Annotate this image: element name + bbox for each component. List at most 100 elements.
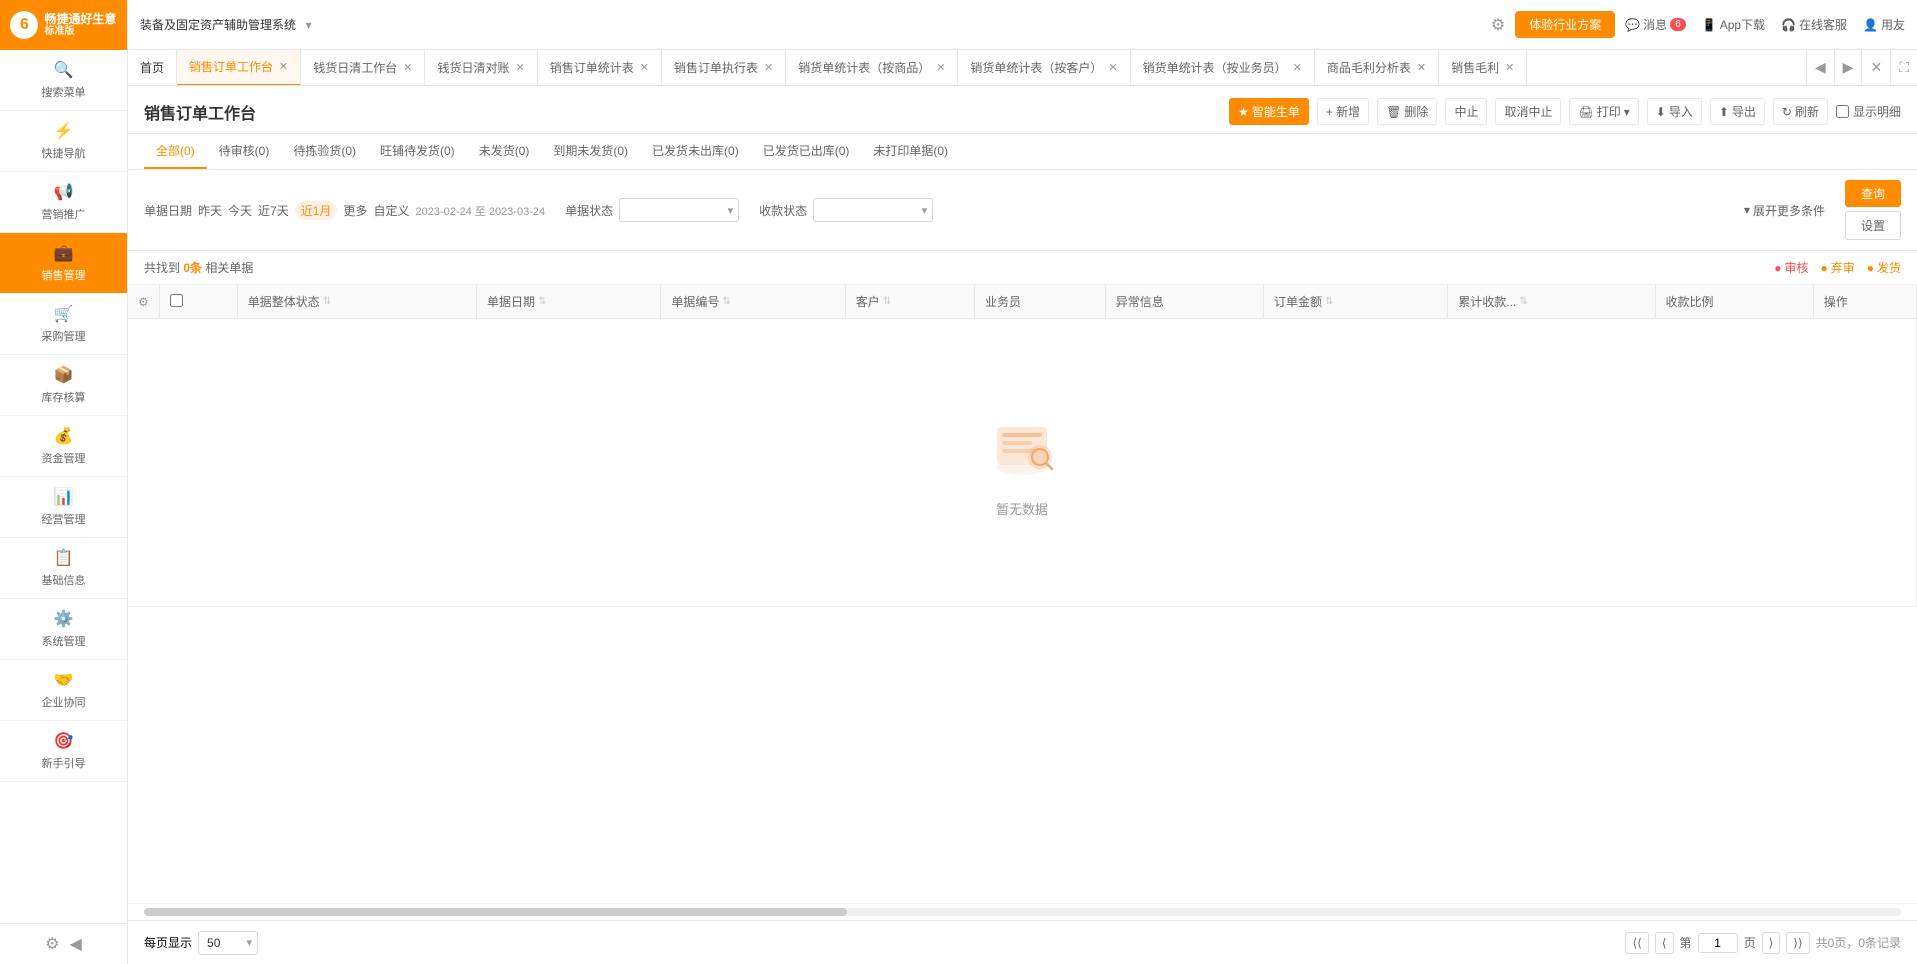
date-shortcut-today[interactable]: 今天 <box>228 202 252 219</box>
filter-tab-4[interactable]: 未发货(0) <box>467 134 542 169</box>
tab-nav-prev[interactable]: ◀ <box>1806 50 1834 86</box>
cancel-audit-button[interactable]: ● 弃审 <box>1820 259 1854 276</box>
app-download-button[interactable]: 📱 App下载 <box>1702 16 1765 33</box>
date-shortcut-custom[interactable]: 自定义 <box>373 202 409 219</box>
import-button[interactable]: ⬇ 导入 <box>1647 98 1702 125</box>
sidebar-item-manage[interactable]: 📊经营管理 <box>0 477 127 538</box>
payment-select[interactable] <box>813 198 933 222</box>
add-button[interactable]: + 新增 <box>1317 98 1369 125</box>
per-page-select[interactable]: 50 100 <box>198 931 258 955</box>
tab-close-3[interactable]: ✕ <box>516 61 525 74</box>
date-shortcut-yesterday[interactable]: 昨天 <box>198 202 222 219</box>
cancel-suspend-button[interactable]: 取消中止 <box>1495 98 1561 125</box>
show-detail-checkbox[interactable]: 显示明细 <box>1836 103 1901 120</box>
col-collected-header: 累计收款... ⇅ <box>1448 285 1655 319</box>
date-shortcut-more[interactable]: 更多 <box>343 202 367 219</box>
date-shortcut-7days[interactable]: 近7天 <box>258 202 289 219</box>
tab-close-6[interactable]: ✕ <box>936 61 945 74</box>
collapse-icon[interactable]: ◀ <box>70 934 82 954</box>
status-select[interactable] <box>619 198 739 222</box>
sidebar-item-nav[interactable]: ⚡快捷导航 <box>0 111 127 172</box>
prev-page-button[interactable]: ⟨ <box>1655 932 1674 954</box>
tab-close-5[interactable]: ✕ <box>764 61 773 74</box>
sort-status-icon[interactable]: ⇅ <box>323 296 331 307</box>
tab-close-1[interactable]: ✕ <box>279 60 288 73</box>
ship-button[interactable]: ● 发货 <box>1867 259 1901 276</box>
tab-nav-next[interactable]: ▶ <box>1834 50 1862 86</box>
tab-close-7[interactable]: ✕ <box>1108 61 1117 74</box>
tab-9[interactable]: 商品毛利分析表✕ <box>1315 50 1439 86</box>
sort-collected-icon[interactable]: ⇅ <box>1519 296 1527 307</box>
sort-amount-icon[interactable]: ⇅ <box>1325 296 1333 307</box>
filter-tab-0[interactable]: 全部(0) <box>144 134 207 169</box>
tab-close-2[interactable]: ✕ <box>403 61 412 74</box>
tab-close-9[interactable]: ✕ <box>1417 61 1426 74</box>
page-header: 销售订单工作台 ★ 智能生单 + 新增 🗑 删除 中止 取消中止 🖨 打印 ▾ <box>128 86 1917 134</box>
filter-tab-6[interactable]: 已发货未出库(0) <box>640 134 751 169</box>
dropdown-arrow-icon[interactable]: ▾ <box>306 18 312 32</box>
column-settings-icon[interactable]: ⚙ <box>138 295 149 309</box>
tab-fullscreen[interactable]: ⛶ <box>1890 50 1917 86</box>
tab-4[interactable]: 销售订单统计表✕ <box>538 50 662 86</box>
sidebar-item-base[interactable]: 📋基础信息 <box>0 538 127 599</box>
sidebar-item-system[interactable]: ⚙️系统管理 <box>0 599 127 660</box>
tab-close-10[interactable]: ✕ <box>1505 61 1514 74</box>
user-button[interactable]: 👤 用友 <box>1863 16 1905 33</box>
expand-conditions-button[interactable]: ▾ 展开更多条件 <box>1744 202 1825 219</box>
filter-tab-5[interactable]: 到期未发货(0) <box>541 134 640 169</box>
sort-customer-icon[interactable]: ⇅ <box>883 296 891 307</box>
sidebar-bottom: ⚙ ◀ <box>0 923 127 964</box>
online-service-button[interactable]: 🎧 在线客服 <box>1781 16 1847 33</box>
tab-close-4[interactable]: ✕ <box>640 61 649 74</box>
tab-6[interactable]: 销货单统计表（按商品）✕ <box>786 50 958 86</box>
filter-tab-1[interactable]: 待审核(0) <box>207 134 282 169</box>
filter-tab-8[interactable]: 未打印单据(0) <box>861 134 960 169</box>
select-all-checkbox[interactable] <box>170 294 183 307</box>
delete-button[interactable]: 🗑 删除 <box>1377 98 1437 125</box>
tab-10[interactable]: 销售毛利✕ <box>1439 50 1527 86</box>
sidebar-item-purchase[interactable]: 🛒采购管理 <box>0 294 127 355</box>
tab-8[interactable]: 销货单统计表（按业务员）✕ <box>1131 50 1315 86</box>
empty-text: 暂无数据 <box>996 499 1048 518</box>
date-shortcut-1month[interactable]: 近1月 <box>295 201 338 220</box>
page-number-input[interactable] <box>1698 933 1738 953</box>
filter-tab-2[interactable]: 待拣验货(0) <box>281 134 368 169</box>
sidebar-item-sales[interactable]: 💼销售管理 <box>0 233 127 294</box>
first-page-button[interactable]: ⟨⟨ <box>1625 932 1648 954</box>
tab-7[interactable]: 销货单统计表（按客户）✕ <box>958 50 1130 86</box>
refresh-button[interactable]: ↻ 刷新 <box>1773 98 1828 125</box>
export-button[interactable]: ⬆ 导出 <box>1710 98 1765 125</box>
tab-5[interactable]: 销售订单执行表✕ <box>662 50 786 86</box>
settings-gear-icon[interactable]: ⚙ <box>1491 15 1505 35</box>
next-page-button[interactable]: ⟩ <box>1762 932 1781 954</box>
sidebar-item-market[interactable]: 📢营销推广 <box>0 172 127 233</box>
settings-icon[interactable]: ⚙ <box>45 934 59 954</box>
last-page-button[interactable]: ⟩⟩ <box>1786 932 1809 954</box>
sidebar-item-search[interactable]: 🔍搜索菜单 <box>0 50 127 111</box>
audit-button[interactable]: ● 审核 <box>1774 259 1808 276</box>
query-button[interactable]: 查询 <box>1845 180 1901 207</box>
message-button[interactable]: 💬 消息 6 <box>1625 16 1686 33</box>
tab-1[interactable]: 销售订单工作台✕ <box>177 50 301 86</box>
suspend-button[interactable]: 中止 <box>1445 98 1487 125</box>
sidebar-item-stock[interactable]: 📦库存核算 <box>0 355 127 416</box>
filter-tab-3[interactable]: 旺铺待发货(0) <box>368 134 467 169</box>
sort-number-icon[interactable]: ⇅ <box>722 296 730 307</box>
tab-close-8[interactable]: ✕ <box>1293 61 1302 74</box>
tab-close-all[interactable]: ✕ <box>1861 50 1890 86</box>
sidebar-item-collab[interactable]: 🤝企业协同 <box>0 660 127 721</box>
sort-date-icon[interactable]: ⇅ <box>538 296 546 307</box>
tab-0[interactable]: 首页 <box>128 50 177 86</box>
nav-nav-label: 快捷导航 <box>42 145 86 161</box>
filter-tab-7[interactable]: 已发货已出库(0) <box>751 134 862 169</box>
sidebar-item-guide[interactable]: 🎯新手引导 <box>0 721 127 782</box>
smart-create-button[interactable]: ★ 智能生单 <box>1229 98 1309 125</box>
tab-2[interactable]: 钱货日清工作台✕ <box>301 50 425 86</box>
setting-button[interactable]: 设置 <box>1845 211 1901 240</box>
industry-solution-button[interactable]: 体验行业方案 <box>1515 11 1615 38</box>
sidebar-item-finance[interactable]: 💰资金管理 <box>0 416 127 477</box>
tab-3[interactable]: 钱货日清对账 ✕ <box>425 50 537 86</box>
horizontal-scrollbar[interactable] <box>144 908 1901 916</box>
print-button[interactable]: 🖨 打印 ▾ <box>1569 98 1638 125</box>
tab-label-3: 钱货日清对账 <box>437 59 509 76</box>
